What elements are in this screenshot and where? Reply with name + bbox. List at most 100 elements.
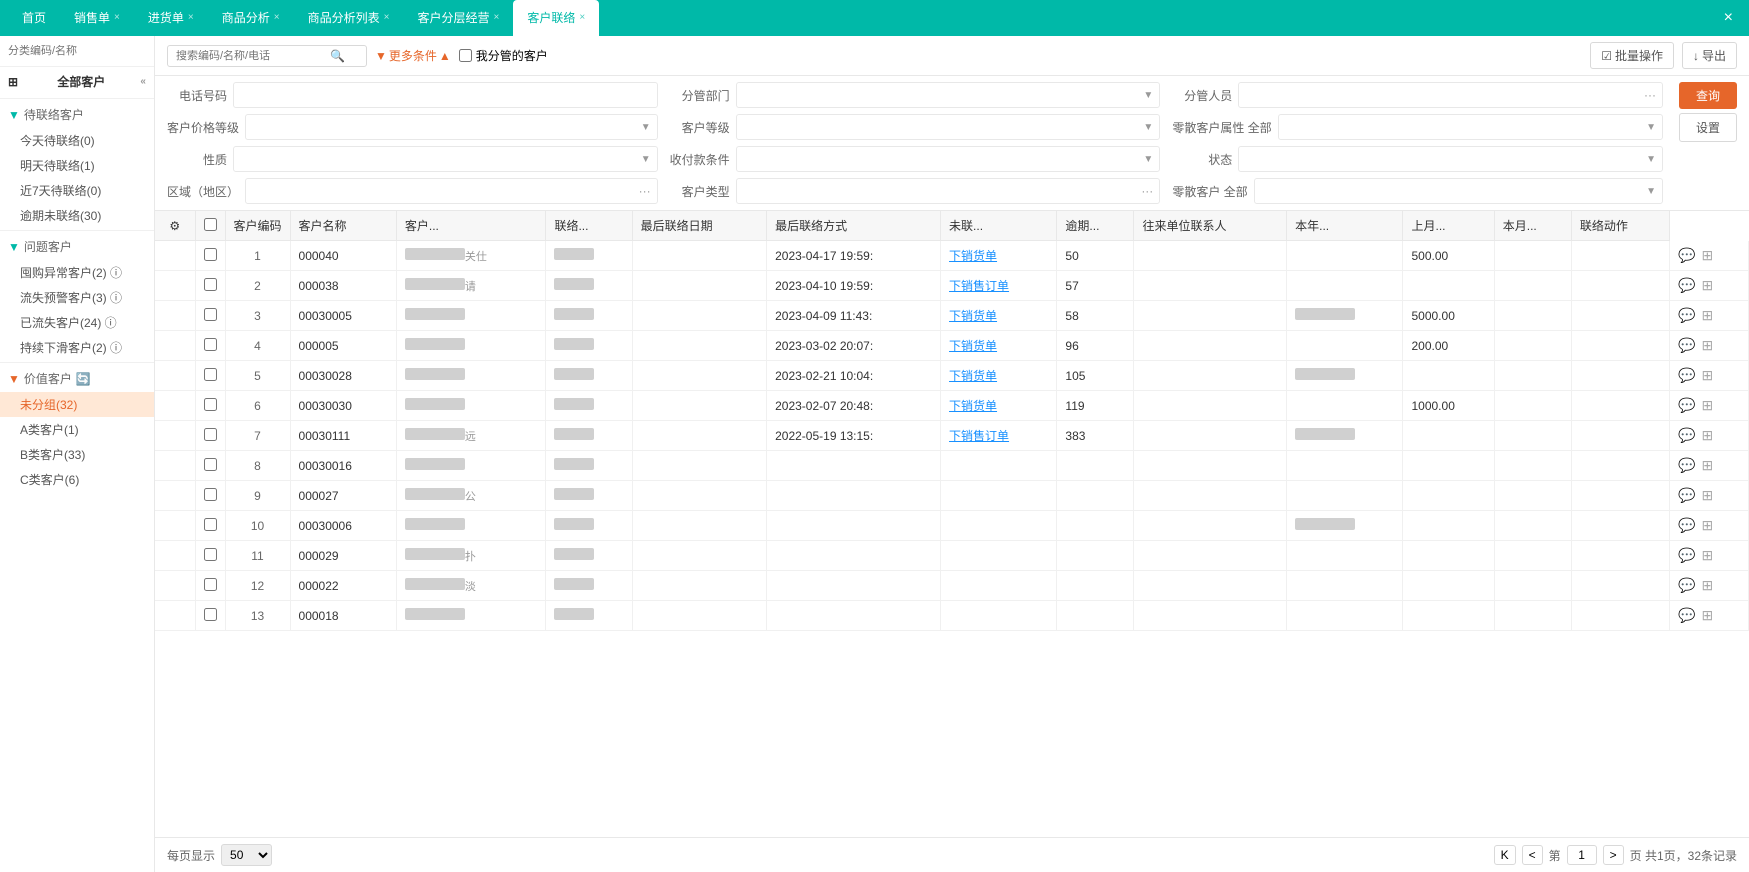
cell-last-way-1[interactable]: 下销售订单 xyxy=(941,271,1057,301)
cell-last-way-5[interactable]: 下销货单 xyxy=(941,391,1057,421)
cell-action-6[interactable]: 💬 ⊞ xyxy=(1670,421,1749,451)
search-input[interactable] xyxy=(176,50,326,62)
cell-checkbox-4[interactable] xyxy=(195,361,225,391)
sidebar-item-tomorrow[interactable]: 明天待联络(1) xyxy=(0,153,154,178)
cell-action-9[interactable]: 💬 ⊞ xyxy=(1670,511,1749,541)
sidebar-item-churn-warning[interactable]: 流失预警客户(3) ⓘ xyxy=(0,285,154,310)
col-select-all[interactable] xyxy=(195,211,225,241)
sidebar-item-class-c[interactable]: C类客户(6) xyxy=(0,467,154,492)
cell-last-way-2[interactable]: 下销货单 xyxy=(941,301,1057,331)
filter-retail-attr-input[interactable]: ▼ xyxy=(1278,114,1663,140)
query-button[interactable]: 查询 xyxy=(1679,82,1737,109)
close-product-analysis-icon[interactable]: × xyxy=(274,0,280,36)
qr-icon-3[interactable]: ⊞ xyxy=(1701,337,1713,354)
sidebar-item-churned[interactable]: 已流失客户(24) ⓘ xyxy=(0,310,154,335)
sidebar-group-pending[interactable]: ▼ 待联络客户 xyxy=(0,101,154,128)
filter-manager-input[interactable]: ··· xyxy=(1238,82,1663,108)
cell-checkbox-9[interactable] xyxy=(195,511,225,541)
chat-icon-8[interactable]: 💬 xyxy=(1678,487,1695,504)
nav-sales[interactable]: 销售单 × xyxy=(60,0,134,36)
sidebar-item-today[interactable]: 今天待联络(0) xyxy=(0,128,154,153)
cell-checkbox-11[interactable] xyxy=(195,571,225,601)
qr-icon-5[interactable]: ⊞ xyxy=(1701,397,1713,414)
qr-icon-6[interactable]: ⊞ xyxy=(1701,427,1713,444)
col-settings[interactable]: ⚙ xyxy=(155,211,195,241)
qr-icon-1[interactable]: ⊞ xyxy=(1701,277,1713,294)
gear-icon[interactable]: ⚙ xyxy=(169,219,180,233)
nav-product-analysis-list[interactable]: 商品分析列表 × xyxy=(294,0,404,36)
page-number-input[interactable] xyxy=(1567,845,1597,865)
qr-icon-12[interactable]: ⊞ xyxy=(1701,607,1713,624)
sidebar-item-hoarding[interactable]: 囤购异常客户(2) ⓘ xyxy=(0,260,154,285)
qr-icon-11[interactable]: ⊞ xyxy=(1701,577,1713,594)
first-page-button[interactable]: K xyxy=(1494,845,1516,865)
next-page-button[interactable]: > xyxy=(1603,845,1624,865)
sidebar-search-input[interactable] xyxy=(8,45,150,57)
search-icon[interactable]: 🔍 xyxy=(330,49,345,63)
cell-action-3[interactable]: 💬 ⊞ xyxy=(1670,331,1749,361)
chat-icon-5[interactable]: 💬 xyxy=(1678,397,1695,414)
more-conditions-button[interactable]: ▼ 更多条件 ▲ xyxy=(375,47,451,64)
chat-icon-10[interactable]: 💬 xyxy=(1678,547,1695,564)
cell-action-8[interactable]: 💬 ⊞ xyxy=(1670,481,1749,511)
reset-button[interactable]: 设置 xyxy=(1679,113,1737,142)
sidebar-item-overdue[interactable]: 逾期未联络(30) xyxy=(0,203,154,228)
close-purchase-icon[interactable]: × xyxy=(188,0,194,36)
filter-nature-input[interactable]: ▼ xyxy=(233,146,658,172)
page-size-select[interactable]: 50 100 200 xyxy=(221,844,272,866)
cell-checkbox-1[interactable] xyxy=(195,271,225,301)
filter-status-input[interactable]: ▼ xyxy=(1238,146,1663,172)
nav-customer-contact[interactable]: 客户联络 × xyxy=(513,0,599,36)
prev-page-button[interactable]: < xyxy=(1522,845,1543,865)
filter-customer-level-input[interactable]: ▼ xyxy=(736,114,1161,140)
chat-icon-12[interactable]: 💬 xyxy=(1678,607,1695,624)
chat-icon-2[interactable]: 💬 xyxy=(1678,307,1695,324)
qr-icon-2[interactable]: ⊞ xyxy=(1701,307,1713,324)
qr-icon-9[interactable]: ⊞ xyxy=(1701,517,1713,534)
cell-checkbox-2[interactable] xyxy=(195,301,225,331)
filter-dept-input[interactable]: ▼ xyxy=(736,82,1161,108)
cell-action-5[interactable]: 💬 ⊞ xyxy=(1670,391,1749,421)
chat-icon-9[interactable]: 💬 xyxy=(1678,517,1695,534)
chat-icon-6[interactable]: 💬 xyxy=(1678,427,1695,444)
close-customer-segment-icon[interactable]: × xyxy=(493,0,499,36)
all-customers-header[interactable]: ⊞ 全部客户 « xyxy=(0,67,154,96)
collapse-sidebar-icon[interactable]: « xyxy=(140,76,146,87)
cell-checkbox-10[interactable] xyxy=(195,541,225,571)
cell-last-way-0[interactable]: 下销货单 xyxy=(941,241,1057,271)
qr-icon-10[interactable]: ⊞ xyxy=(1701,547,1713,564)
my-customers-check[interactable] xyxy=(459,49,472,62)
chat-icon-0[interactable]: 💬 xyxy=(1678,247,1695,264)
filter-price-level-input[interactable]: ▼ xyxy=(245,114,658,140)
cell-action-10[interactable]: 💬 ⊞ xyxy=(1670,541,1749,571)
sidebar-item-class-b[interactable]: B类客户(33) xyxy=(0,442,154,467)
filter-customer-type-input[interactable]: ··· xyxy=(736,178,1161,204)
nav-home[interactable]: 首页 xyxy=(8,0,60,36)
chat-icon-11[interactable]: 💬 xyxy=(1678,577,1695,594)
cell-action-1[interactable]: 💬 ⊞ xyxy=(1670,271,1749,301)
chat-icon-3[interactable]: 💬 xyxy=(1678,337,1695,354)
cell-action-0[interactable]: 💬 ⊞ xyxy=(1670,241,1749,271)
cell-action-2[interactable]: 💬 ⊞ xyxy=(1670,301,1749,331)
close-all-button[interactable]: × xyxy=(1716,9,1741,27)
qr-icon-8[interactable]: ⊞ xyxy=(1701,487,1713,504)
cell-checkbox-12[interactable] xyxy=(195,601,225,631)
qr-icon-7[interactable]: ⊞ xyxy=(1701,457,1713,474)
filter-retail-input[interactable]: ▼ xyxy=(1254,178,1663,204)
close-customer-contact-icon[interactable]: × xyxy=(579,0,585,36)
select-all-checkbox[interactable] xyxy=(204,218,217,231)
qr-icon-4[interactable]: ⊞ xyxy=(1701,367,1713,384)
cell-last-way-4[interactable]: 下销货单 xyxy=(941,361,1057,391)
cell-checkbox-7[interactable] xyxy=(195,451,225,481)
batch-op-button[interactable]: ☑ 批量操作 xyxy=(1590,42,1674,69)
chat-icon-1[interactable]: 💬 xyxy=(1678,277,1695,294)
cell-checkbox-0[interactable] xyxy=(195,241,225,271)
cell-action-12[interactable]: 💬 ⊞ xyxy=(1670,601,1749,631)
sidebar-group-value[interactable]: ▼ 价值客户 🔄 xyxy=(0,365,154,392)
sidebar-item-ungrouped[interactable]: 未分组(32) xyxy=(0,392,154,417)
sidebar-item-declining[interactable]: 持续下滑客户(2) ⓘ xyxy=(0,335,154,360)
cell-checkbox-5[interactable] xyxy=(195,391,225,421)
my-customers-checkbox[interactable]: 我分管的客户 xyxy=(459,47,548,64)
search-box[interactable]: 🔍 xyxy=(167,45,367,67)
filter-phone-input[interactable] xyxy=(233,82,658,108)
